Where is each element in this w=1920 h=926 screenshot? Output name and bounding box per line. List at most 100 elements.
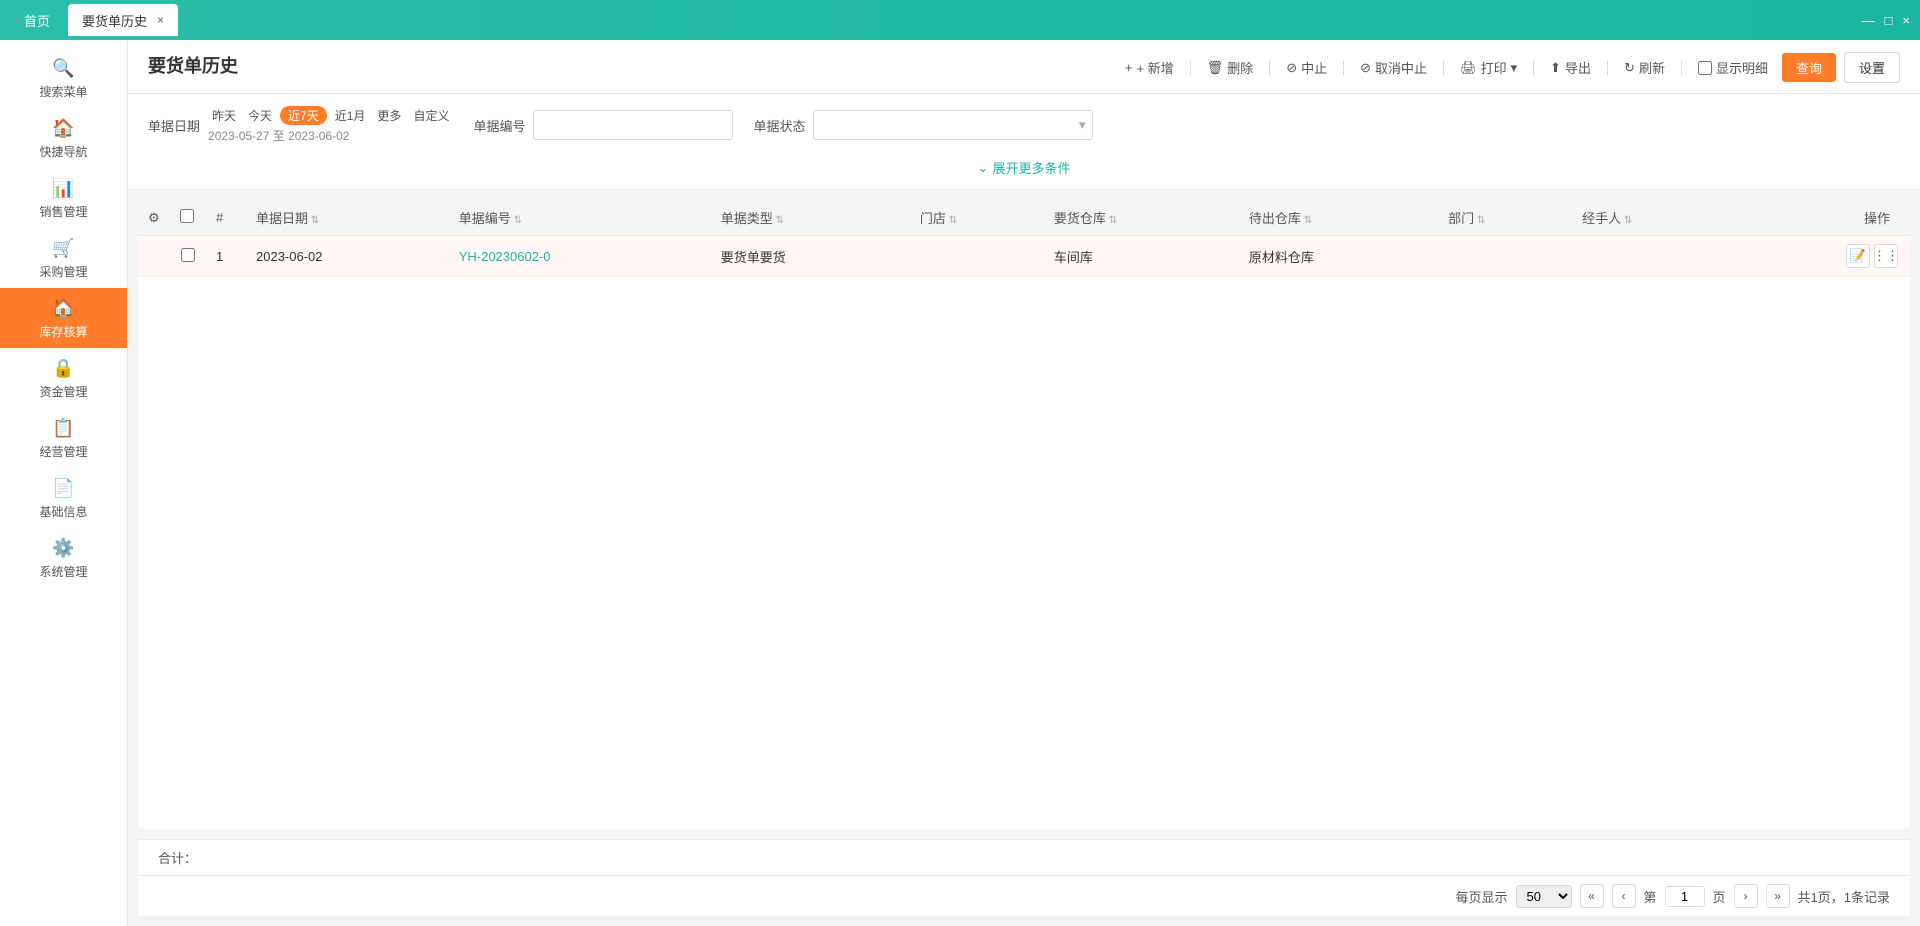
next-page-button[interactable]: ›	[1734, 884, 1758, 908]
sidebar-item-basics[interactable]: 📄 基础信息	[0, 468, 127, 528]
shortcut-month1[interactable]: 近1月	[331, 106, 370, 125]
jump-label: 第	[1644, 887, 1657, 906]
shortcut-week7[interactable]: 近7天	[280, 106, 327, 125]
sidebar-item-inventory[interactable]: 🏠 库存核算	[0, 288, 127, 348]
show-detail-button[interactable]: 显示明细	[1692, 54, 1774, 81]
tab-history[interactable]: 要货单历史 ×	[68, 4, 178, 36]
lock-icon: 🔒	[52, 358, 74, 379]
tab-close-icon[interactable]: ×	[157, 13, 164, 27]
new-label: + 新增	[1136, 58, 1173, 77]
export-button[interactable]: ⬆ 导出	[1544, 54, 1597, 81]
divider-6	[1607, 61, 1608, 75]
select-all-checkbox[interactable]	[180, 209, 194, 223]
sidebar-item-operations[interactable]: 📋 经营管理	[0, 408, 127, 468]
row-select-checkbox[interactable]	[181, 248, 195, 262]
shortcut-yesterday[interactable]: 昨天	[208, 106, 240, 125]
sidebar-item-system-label: 系统管理	[39, 563, 87, 580]
next-page-icon: ›	[1744, 889, 1748, 903]
new-button[interactable]: + + 新增	[1119, 54, 1180, 81]
col-doc-no[interactable]: 单据编号	[449, 200, 711, 236]
tab-home[interactable]: 首页	[10, 4, 64, 36]
divider-3	[1343, 61, 1344, 75]
expand-more-btn[interactable]: ⌄ 展开更多条件	[978, 158, 1071, 177]
page-header: 要货单历史 + + 新增 🗑 删除 ⊘ 中止	[128, 40, 1920, 94]
cart-icon: 🛒	[52, 238, 74, 259]
refresh-icon: ↻	[1624, 60, 1635, 76]
delete-label: 删除	[1227, 58, 1253, 77]
row-edit-button[interactable]: 📝	[1846, 244, 1870, 268]
delete-button[interactable]: 🗑 删除	[1201, 54, 1260, 81]
col-num: #	[206, 200, 246, 236]
sidebar-item-search-label: 搜索菜单	[39, 83, 87, 100]
data-table: ⚙ # 单据日期 单据编号 单据类型 门店 要货仓库 待出仓库 部门 经手人	[138, 200, 1910, 277]
row-checkbox[interactable]	[170, 236, 206, 277]
col-store[interactable]: 门店	[910, 200, 1044, 236]
doc-no-link[interactable]: YH-20230602-0	[459, 249, 551, 264]
col-doc-type[interactable]: 单据类型	[711, 200, 910, 236]
last-page-icon: »	[1774, 889, 1781, 903]
doc-no-input[interactable]	[533, 110, 733, 140]
page-size-label: 每页显示	[1455, 887, 1507, 906]
refresh-button[interactable]: ↻ 刷新	[1618, 54, 1671, 81]
basics-icon: 📄	[52, 478, 74, 499]
inventory-icon: 🏠	[52, 298, 74, 319]
shortcut-custom[interactable]: 自定义	[409, 106, 453, 125]
print-icon: 🖨	[1460, 60, 1477, 76]
col-handler[interactable]: 经手人	[1572, 200, 1736, 236]
row-doc-no[interactable]: YH-20230602-0	[449, 236, 711, 277]
last-page-button[interactable]: »	[1766, 884, 1790, 908]
sidebar-item-sales[interactable]: 📊 销售管理	[0, 168, 127, 228]
table-header-row: ⚙ # 单据日期 单据编号 单据类型 门店 要货仓库 待出仓库 部门 经手人	[138, 200, 1910, 236]
row-more-button[interactable]: ⋮⋮	[1874, 244, 1898, 268]
print-label: 打印	[1481, 58, 1507, 77]
status-input[interactable]	[813, 110, 1093, 140]
page-title: 要货单历史	[148, 52, 238, 78]
divider-1	[1190, 61, 1191, 75]
table-footer: 合计：	[138, 839, 1910, 875]
sidebar-item-purchase-label: 采购管理	[39, 263, 87, 280]
total-label: 合计：	[158, 851, 197, 866]
sidebar-item-purchase[interactable]: 🛒 采购管理	[0, 228, 127, 288]
first-page-button[interactable]: «	[1580, 884, 1604, 908]
shortcut-more[interactable]: 更多	[373, 106, 405, 125]
col-pending-warehouse[interactable]: 待出仓库	[1239, 200, 1438, 236]
content-area: 要货单历史 + + 新增 🗑 删除 ⊘ 中止	[128, 40, 1920, 926]
col-date[interactable]: 单据日期	[246, 200, 449, 236]
date-filter-label: 单据日期	[148, 116, 200, 135]
sidebar-item-quicknav-label: 快捷导航	[39, 143, 87, 160]
stop-label: 中止	[1301, 58, 1327, 77]
shortcut-today[interactable]: 今天	[244, 106, 276, 125]
stop-icon: ⊘	[1286, 60, 1297, 76]
minimize-icon[interactable]: —	[1862, 13, 1875, 28]
window-controls: — □ ×	[1862, 13, 1910, 28]
refresh-label: 刷新	[1639, 58, 1665, 77]
system-icon: ⚙️	[52, 538, 74, 559]
page-size-select[interactable]: 50 20 100 200	[1516, 885, 1572, 908]
tab-home-label: 首页	[24, 11, 50, 30]
status-label: 单据状态	[753, 116, 805, 135]
sidebar: 🔍 搜索菜单 🏠 快捷导航 📊 销售管理 🛒 采购管理 🏠 库存核算 🔒 资金管…	[0, 40, 128, 926]
sidebar-item-system[interactable]: ⚙️ 系统管理	[0, 528, 127, 588]
status-dropdown-icon[interactable]: ▾	[1079, 117, 1086, 133]
prev-page-button[interactable]: ‹	[1612, 884, 1636, 908]
sidebar-item-search[interactable]: 🔍 搜索菜单	[0, 48, 127, 108]
page-input[interactable]	[1665, 886, 1705, 907]
total-info: 共1页，1条记录	[1798, 887, 1890, 906]
page-label: 页	[1713, 887, 1726, 906]
col-settings[interactable]: ⚙	[138, 200, 170, 236]
sidebar-item-quicknav[interactable]: 🏠 快捷导航	[0, 108, 127, 168]
expand-more-label: 展开更多条件	[992, 158, 1070, 177]
cancel-stop-button[interactable]: ⊘ 取消中止	[1354, 54, 1433, 81]
show-detail-checkbox[interactable]	[1698, 61, 1712, 75]
operations-icon: 📋	[52, 418, 74, 439]
query-button[interactable]: 查询	[1782, 53, 1836, 82]
sidebar-item-finance[interactable]: 🔒 资金管理	[0, 348, 127, 408]
stop-button[interactable]: ⊘ 中止	[1280, 54, 1333, 81]
close-icon[interactable]: ×	[1902, 13, 1910, 28]
restore-icon[interactable]: □	[1885, 13, 1893, 28]
col-department[interactable]: 部门	[1438, 200, 1572, 236]
print-button[interactable]: 🖨 打印 ▾	[1454, 54, 1523, 81]
settings-button[interactable]: 设置	[1844, 52, 1900, 83]
row-store	[910, 236, 1044, 277]
col-req-warehouse[interactable]: 要货仓库	[1044, 200, 1239, 236]
